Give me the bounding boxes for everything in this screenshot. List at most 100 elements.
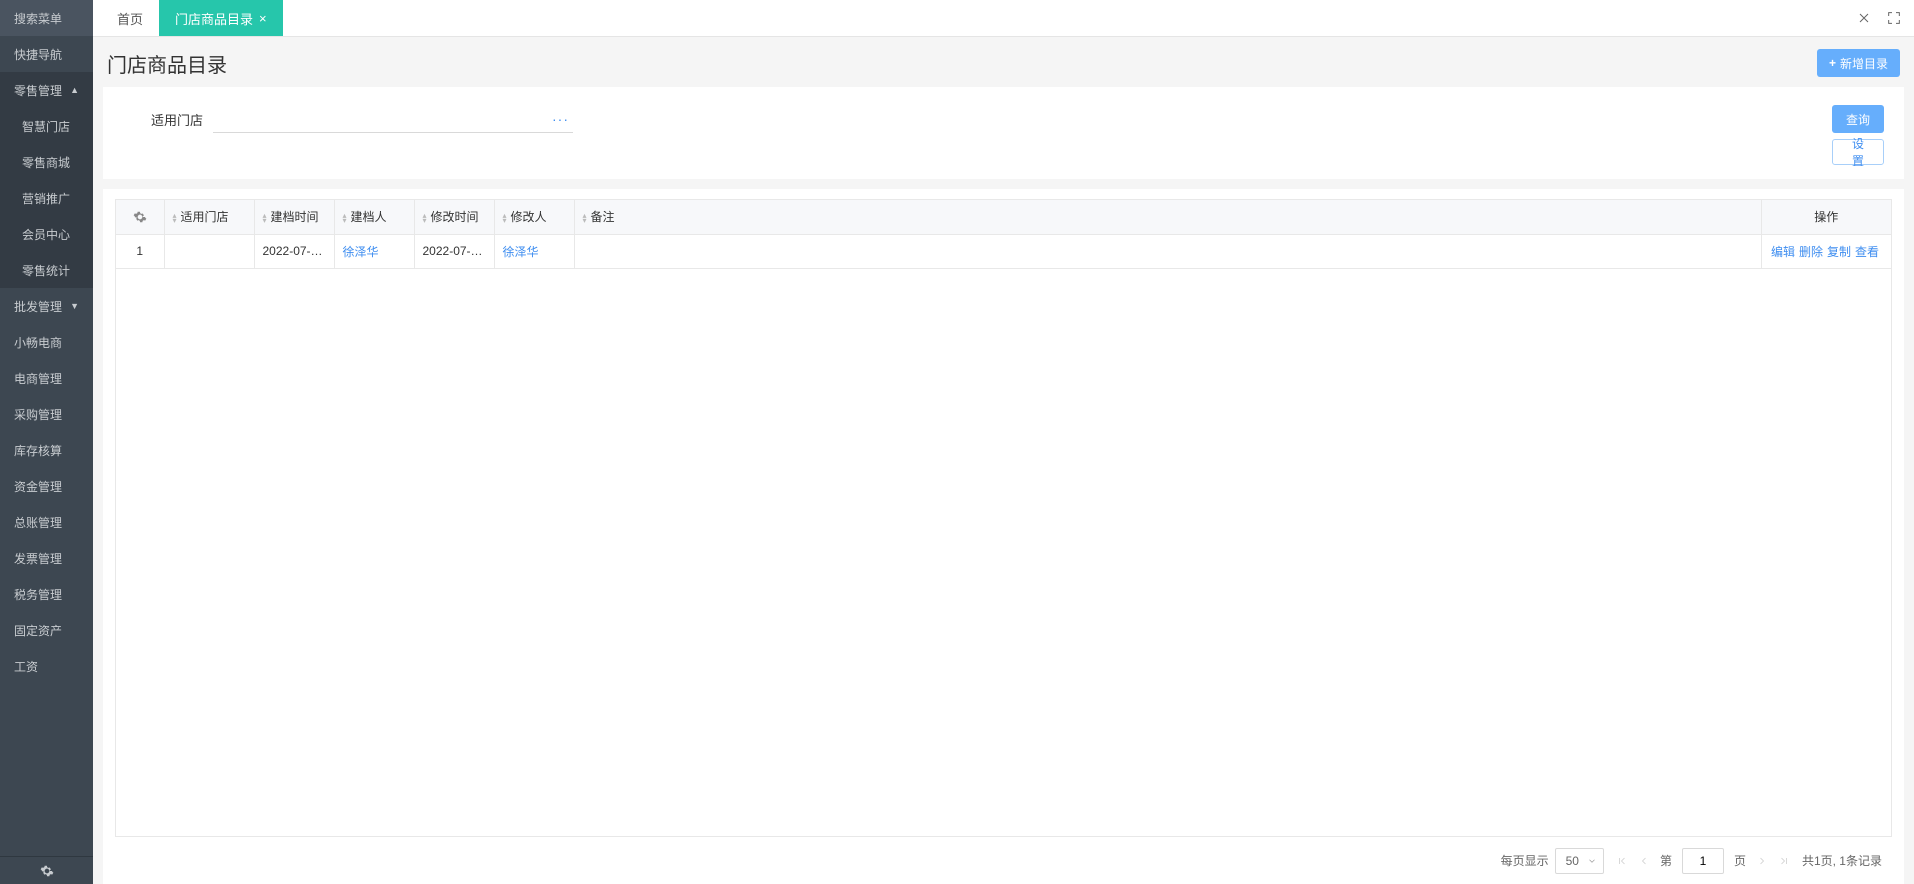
sort-icon: ▴▾: [503, 213, 507, 223]
column-header-creator[interactable]: ▴▾建档人: [334, 200, 414, 234]
column-header-remark[interactable]: ▴▾备注: [574, 200, 1761, 234]
cell-modified_at: 2022-07-27 11:: [414, 234, 494, 268]
filter-store-label: 适用门店: [123, 110, 203, 129]
tab-1[interactable]: 门店商品目录 ×: [159, 0, 283, 36]
sidebar-item-2[interactable]: 零售管理 ▲: [0, 72, 93, 108]
gear-icon: [40, 864, 54, 878]
close-icon: [1856, 10, 1872, 26]
pager-next-button[interactable]: [1756, 855, 1768, 867]
table-panel: ▴▾适用门店▴▾建档时间▴▾建档人▴▾修改时间▴▾修改人▴▾备注操作 12022…: [103, 189, 1904, 884]
sidebar-item-13[interactable]: 资金管理: [0, 468, 93, 504]
filter-store-more-button[interactable]: ···: [552, 111, 569, 127]
sidebar-item-5[interactable]: 营销推广: [0, 180, 93, 216]
sort-icon: ▴▾: [583, 213, 587, 223]
sidebar-settings-button[interactable]: [0, 856, 93, 884]
sort-icon: ▴▾: [343, 213, 347, 223]
close-all-tabs-button[interactable]: [1856, 10, 1872, 26]
sort-icon: ▴▾: [173, 213, 177, 223]
sidebar-item-label: 快捷导航: [14, 46, 79, 63]
sidebar-item-label: 零售商城: [22, 154, 70, 171]
caret-up-icon: ▲: [70, 85, 79, 95]
search-button[interactable]: 查询: [1832, 105, 1884, 133]
gear-icon: [133, 210, 147, 224]
sidebar-item-label: 工资: [14, 658, 79, 675]
action-edit[interactable]: 编辑: [1771, 245, 1795, 259]
plus-icon: +: [1829, 56, 1836, 70]
add-catalog-label: 新增目录: [1840, 55, 1888, 72]
sidebar-item-16[interactable]: 税务管理: [0, 576, 93, 612]
fullscreen-button[interactable]: [1886, 10, 1902, 26]
action-delete[interactable]: 删除: [1799, 245, 1823, 259]
row-index: 1: [116, 234, 164, 268]
sidebar-item-9[interactable]: 小畅电商: [0, 324, 93, 360]
sidebar-item-label: 采购管理: [14, 406, 79, 423]
table-row: 12022-07-27 11:徐泽华2022-07-27 11:徐泽华编辑删除复…: [116, 234, 1891, 268]
sidebar-item-label: 电商管理: [14, 370, 79, 387]
page-size-select[interactable]: 50: [1555, 848, 1604, 874]
sidebar-item-1[interactable]: 快捷导航: [0, 36, 93, 72]
tab-close-icon[interactable]: ×: [259, 11, 267, 26]
pager-first-button[interactable]: [1616, 855, 1628, 867]
sidebar: 搜索菜单快捷导航零售管理 ▲ 智慧门店零售商城营销推广会员中心零售统计批发管理 ▼ 小畅…: [0, 0, 93, 884]
sidebar-item-6[interactable]: 会员中心: [0, 216, 93, 252]
action-copy[interactable]: 复制: [1827, 245, 1851, 259]
sidebar-item-3[interactable]: 智慧门店: [0, 108, 93, 144]
settings-button[interactable]: 设置: [1832, 139, 1884, 165]
catalog-table: ▴▾适用门店▴▾建档时间▴▾建档人▴▾修改时间▴▾修改人▴▾备注操作 12022…: [116, 200, 1891, 269]
sidebar-item-label: 零售管理: [14, 82, 66, 99]
filter-panel: 适用门店 ··· 查询 设置: [103, 87, 1904, 179]
pager-prev-button[interactable]: [1638, 855, 1650, 867]
page-prefix: 第: [1660, 852, 1672, 869]
sidebar-item-label: 发票管理: [14, 550, 79, 567]
sidebar-item-label: 营销推广: [22, 190, 70, 207]
sidebar-item-label: 总账管理: [14, 514, 79, 531]
column-header-modifier[interactable]: ▴▾修改人: [494, 200, 574, 234]
sidebar-item-label: 固定资产: [14, 622, 79, 639]
sort-icon: ▴▾: [423, 213, 427, 223]
column-settings-button[interactable]: [116, 200, 164, 234]
column-header-created_at[interactable]: ▴▾建档时间: [254, 200, 334, 234]
tabs-bar: 首页门店商品目录 ×: [93, 0, 1914, 37]
tab-0[interactable]: 首页: [101, 0, 159, 36]
sidebar-item-label: 小畅电商: [14, 334, 79, 351]
cell-creator: 徐泽华: [334, 234, 414, 268]
sidebar-item-17[interactable]: 固定资产: [0, 612, 93, 648]
page-title: 门店商品目录: [107, 49, 227, 78]
cell-remark: [574, 234, 1761, 268]
sidebar-item-14[interactable]: 总账管理: [0, 504, 93, 540]
add-catalog-button[interactable]: + 新增目录: [1817, 49, 1900, 77]
cell-store: [164, 234, 254, 268]
sidebar-item-label: 批发管理: [14, 298, 66, 315]
sidebar-item-8[interactable]: 批发管理 ▼: [0, 288, 93, 324]
page-suffix: 页: [1734, 852, 1746, 869]
page-size-label: 每页显示: [1501, 852, 1549, 869]
sidebar-item-label: 零售统计: [22, 262, 70, 279]
sidebar-item-label: 库存核算: [14, 442, 79, 459]
sidebar-item-4[interactable]: 零售商城: [0, 144, 93, 180]
tab-label: 门店商品目录: [175, 9, 253, 28]
sidebar-item-label: 税务管理: [14, 586, 79, 603]
action-view[interactable]: 查看: [1855, 245, 1879, 259]
main-area: 首页门店商品目录× 门店商品目录 + 新增目录: [93, 0, 1914, 884]
chevron-down-icon: [1587, 856, 1597, 866]
caret-down-icon: ▼: [70, 301, 79, 311]
cell-modifier: 徐泽华: [494, 234, 574, 268]
cell-actions: 编辑删除复制查看: [1761, 234, 1891, 268]
pagination: 每页显示 50 第 页 共: [115, 836, 1892, 884]
page-number-input[interactable]: [1682, 848, 1724, 874]
cell-created_at: 2022-07-27 11:: [254, 234, 334, 268]
sidebar-item-11[interactable]: 采购管理: [0, 396, 93, 432]
sidebar-item-7[interactable]: 零售统计: [0, 252, 93, 288]
sidebar-item-10[interactable]: 电商管理: [0, 360, 93, 396]
sidebar-item-12[interactable]: 库存核算: [0, 432, 93, 468]
column-header-modified_at[interactable]: ▴▾修改时间: [414, 200, 494, 234]
sidebar-item-15[interactable]: 发票管理: [0, 540, 93, 576]
pagination-summary: 共1页, 1条记录: [1802, 852, 1882, 869]
pager-last-button[interactable]: [1778, 855, 1790, 867]
content-area: 门店商品目录 + 新增目录 适用门店 ···: [93, 37, 1914, 884]
fullscreen-icon: [1886, 10, 1902, 26]
filter-store-input[interactable]: [213, 111, 573, 126]
sidebar-item-18[interactable]: 工资: [0, 648, 93, 684]
column-header-store[interactable]: ▴▾适用门店: [164, 200, 254, 234]
sidebar-item-0[interactable]: 搜索菜单: [0, 0, 93, 36]
